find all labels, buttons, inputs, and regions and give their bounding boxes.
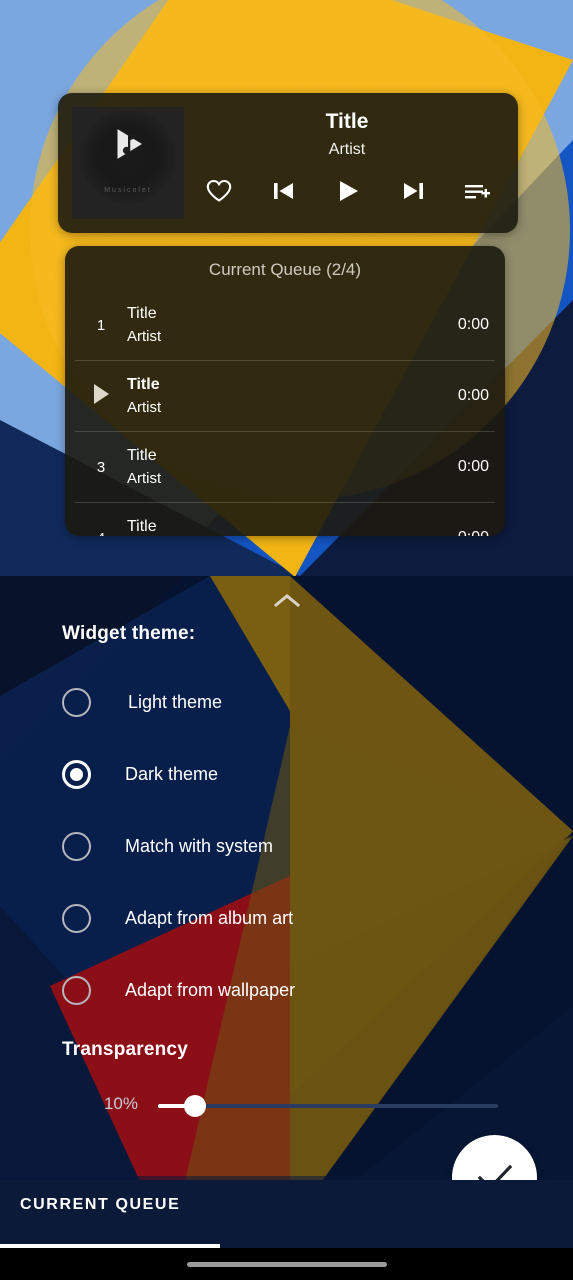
radio-circle-icon <box>62 975 91 1005</box>
skip-next-icon <box>403 183 423 200</box>
transparency-slider[interactable] <box>158 1095 498 1117</box>
queue-row-text: Title Artist <box>127 516 458 536</box>
radio-circle-icon <box>62 903 91 933</box>
previous-button[interactable] <box>263 175 305 207</box>
radio-dot <box>70 767 83 781</box>
play-icon <box>340 181 358 202</box>
widget-settings-sheet: Widget theme: Light theme Dark theme Mat… <box>0 576 573 1225</box>
queue-row-text: Title Artist <box>127 303 458 348</box>
track-artist: Artist <box>328 141 366 159</box>
radio-label: Adapt from wallpaper <box>125 979 296 1000</box>
queue-row-index: 3 <box>96 458 106 476</box>
radio-label: Light theme <box>128 691 223 712</box>
queue-row-duration: 0:00 <box>457 316 489 333</box>
radio-option-adapt-from-wallpaper[interactable]: Adapt from wallpaper <box>62 954 482 1026</box>
radio-label: Adapt from album art <box>125 907 294 928</box>
sheet-content: Widget theme: Light theme Dark theme Mat… <box>0 576 573 1225</box>
radio-circle-selected-icon <box>62 759 91 789</box>
play-button[interactable] <box>327 175 369 207</box>
widget-track-meta: Title Artist <box>184 107 504 219</box>
favorite-button[interactable] <box>198 175 240 207</box>
widget-top-row: Musicolet Title Artist <box>58 93 518 233</box>
queue-row-now-playing-indicator <box>75 384 127 408</box>
queue-row-artist: Artist <box>127 399 162 417</box>
play-music-note-icon <box>117 128 142 159</box>
radio-option-match-with-system[interactable]: Match with system <box>62 810 482 882</box>
queue-row-duration: 0:00 <box>457 458 489 475</box>
table-row[interactable]: Title Artist 0:00 <box>75 361 495 432</box>
add-to-playlist-button[interactable] <box>456 175 498 207</box>
queue-row-text: Title Artist <box>127 445 458 490</box>
radio-option-light-theme[interactable]: Light theme <box>62 666 482 738</box>
album-art[interactable]: Musicolet <box>72 107 184 219</box>
radio-circle-icon <box>62 831 91 861</box>
transparency-heading: Transparency <box>62 1039 188 1060</box>
radio-option-dark-theme[interactable]: Dark theme <box>62 738 482 810</box>
transparency-slider-row: 10% <box>0 1086 573 1126</box>
track-title: Title <box>325 110 369 133</box>
tab-current-queue[interactable]: CURRENT QUEUE <box>20 1196 180 1214</box>
radio-label: Dark theme <box>125 763 219 784</box>
queue-row-title: Title <box>127 304 157 322</box>
next-button[interactable] <box>392 175 434 207</box>
slider-thumb[interactable] <box>184 1095 206 1117</box>
home-gesture-pill[interactable] <box>186 1262 387 1267</box>
queue-row-duration: 0:00 <box>457 387 489 404</box>
system-navigation-bar <box>0 1248 573 1280</box>
collapse-sheet-button[interactable] <box>270 590 304 610</box>
music-player-widget[interactable]: Musicolet Title Artist <box>58 93 518 233</box>
queue-header: Current Queue (2/4) <box>208 260 362 279</box>
chevron-up-icon <box>273 593 300 607</box>
queue-row-title: Title <box>127 517 157 535</box>
queue-row-duration: 0:00 <box>458 529 495 536</box>
queue-row-text: Title Artist <box>127 374 458 419</box>
theme-radio-group: Light theme Dark theme Match with system… <box>62 666 482 1026</box>
phone-screen: Musicolet Title Artist Current Queue (2/… <box>0 0 573 1280</box>
widget-theme-heading: Widget theme: <box>62 623 196 644</box>
queue-list: 1 Title Artist 0:00 Title Artist 0:00 3 <box>65 290 505 536</box>
current-queue-widget[interactable]: Current Queue (2/4) 1 Title Artist 0:00 … <box>65 246 505 536</box>
table-row[interactable]: 3 Title Artist 0:00 <box>75 432 495 503</box>
queue-row-index: 1 <box>96 316 106 334</box>
heart-icon <box>206 180 232 203</box>
radio-label: Match with system <box>125 835 274 856</box>
queue-row-artist: Artist <box>127 328 162 346</box>
play-icon <box>93 384 109 404</box>
bottom-tab-bar: CURRENT QUEUE <box>0 1180 573 1248</box>
queue-row-artist: Artist <box>127 470 162 488</box>
queue-row-title: Title <box>127 446 157 464</box>
queue-row-title: Title <box>127 375 160 393</box>
playlist-add-icon <box>465 185 490 199</box>
queue-row-index: 4 <box>75 530 127 537</box>
album-art-app-name: Musicolet <box>104 186 152 194</box>
table-row[interactable]: 1 Title Artist 0:00 <box>75 290 495 361</box>
table-row[interactable]: 4 Title Artist 0:00 <box>75 503 495 536</box>
playback-controls <box>190 175 504 207</box>
skip-previous-icon <box>273 183 293 200</box>
transparency-value: 10% <box>103 1094 138 1113</box>
radio-circle-icon <box>62 687 91 717</box>
radio-option-adapt-from-album-art[interactable]: Adapt from album art <box>62 882 482 954</box>
